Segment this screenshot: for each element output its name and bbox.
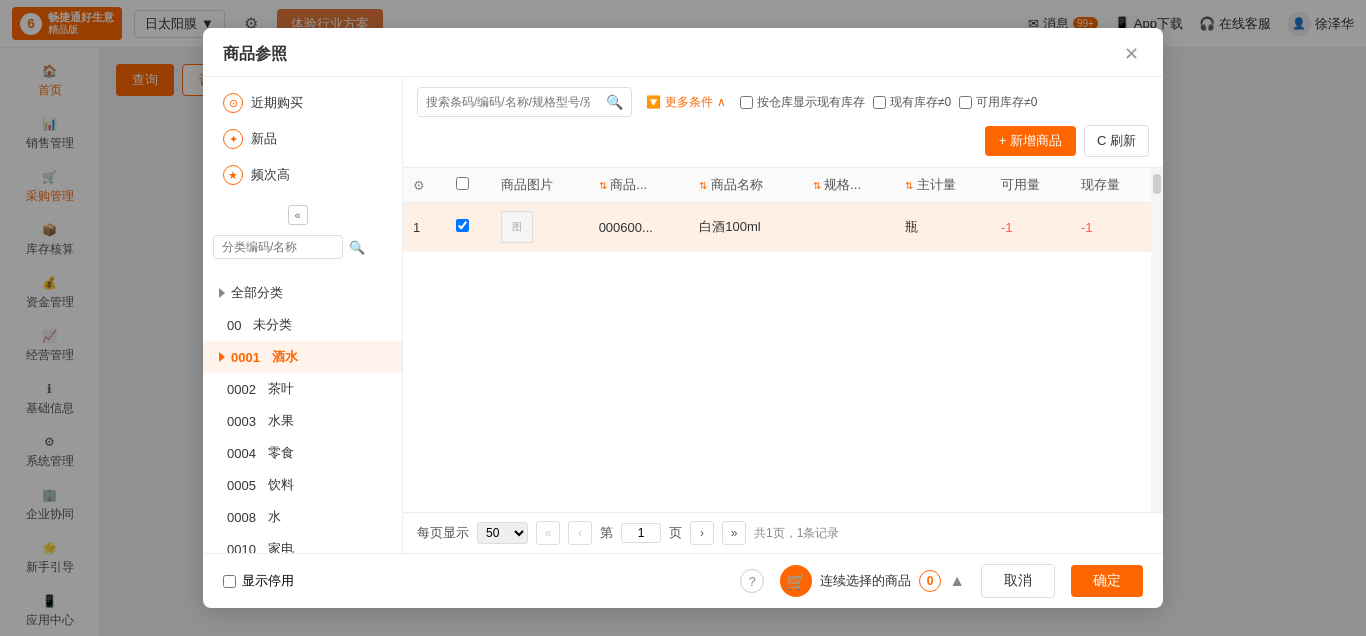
next-page-btn[interactable]: › <box>690 521 714 545</box>
new-icon: ✦ <box>223 129 243 149</box>
add-product-btn[interactable]: + 新增商品 <box>985 126 1076 156</box>
modal: 商品参照 ✕ ⊙ 近期购买 ✦ 新品 ★ 频次高 <box>203 28 1163 608</box>
left-nav-new[interactable]: ✦ 新品 <box>213 123 392 155</box>
row-unit: 瓶 <box>895 203 991 252</box>
cart-icon: 🛒 <box>786 572 806 591</box>
table-body: 1 图 000600... 白酒100ml 瓶 -1 <box>403 203 1151 252</box>
category-item-0005[interactable]: 0005 饮料 <box>203 469 402 501</box>
modal-left-top: ⊙ 近期购买 ✦ 新品 ★ 频次高 <box>203 87 402 201</box>
product-table: ⚙ 商品图片 ⇅ 商品... <box>403 168 1151 252</box>
sort-icon: ⇅ <box>599 180 607 191</box>
category-list: 全部分类 00 未分类 0001 酒水 0002 <box>203 273 402 553</box>
refresh-btn[interactable]: C 刷新 <box>1084 125 1149 157</box>
last-page-btn[interactable]: » <box>722 521 746 545</box>
category-item-0002[interactable]: 0002 茶叶 <box>203 373 402 405</box>
filter-icon: 🔽 <box>646 95 661 109</box>
modal-body: ⊙ 近期购买 ✦ 新品 ★ 频次高 « <box>203 77 1163 553</box>
category-item-0010[interactable]: 0010 家电 <box>203 533 402 553</box>
selected-count-badge: 0 <box>919 570 941 592</box>
continuous-select: 🛒 连续选择的商品 0 ▲ <box>780 565 965 597</box>
page-size-select[interactable]: 10 20 50 100 <box>477 522 528 544</box>
select-all-checkbox[interactable] <box>456 177 469 190</box>
page-number-input[interactable] <box>621 523 661 543</box>
filter-btn[interactable]: 🔽 更多条件 ∧ <box>640 94 732 111</box>
sort-icon: ⇅ <box>813 180 821 191</box>
table-row[interactable]: 1 图 000600... 白酒100ml 瓶 -1 <box>403 203 1151 252</box>
filter-chevron: ∧ <box>717 95 726 109</box>
collapse-left-btn[interactable]: « <box>288 205 308 225</box>
table-header-unit[interactable]: ⇅ 主计量 <box>895 168 991 203</box>
row-code: 000600... <box>589 203 690 252</box>
confirm-btn[interactable]: 确定 <box>1071 565 1143 597</box>
modal-toolbar: 🔍 🔽 更多条件 ∧ 按仓库显示现有库存 现有库存≠0 <box>403 77 1163 168</box>
first-page-btn[interactable]: « <box>536 521 560 545</box>
category-item-0001[interactable]: 0001 酒水 <box>203 341 402 373</box>
table-header-spec[interactable]: ⇅ 规格... <box>803 168 896 203</box>
checkbox-warehouse[interactable]: 按仓库显示现有库存 <box>740 94 865 111</box>
left-nav-frequency[interactable]: ★ 频次高 <box>213 159 392 191</box>
product-image: 图 <box>501 211 533 243</box>
category-item-0004[interactable]: 0004 零食 <box>203 437 402 469</box>
category-item-0003[interactable]: 0003 水果 <box>203 405 402 437</box>
table-header-available: 可用量 <box>991 168 1071 203</box>
modal-title: 商品参照 <box>223 44 287 65</box>
footer-right: ? 🛒 连续选择的商品 0 ▲ 取消 确定 <box>740 564 1143 598</box>
table-header-gear[interactable]: ⚙ <box>403 168 446 203</box>
row-stock: -1 <box>1071 203 1151 252</box>
show-disabled-checkbox[interactable] <box>223 575 236 588</box>
category-item-0008[interactable]: 0008 水 <box>203 501 402 533</box>
product-search-input[interactable] <box>418 88 598 116</box>
table-header: ⚙ 商品图片 ⇅ 商品... <box>403 168 1151 203</box>
row-img: 图 <box>491 203 589 252</box>
table-header-code[interactable]: ⇅ 商品... <box>589 168 690 203</box>
table-scrollbar[interactable] <box>1151 168 1163 512</box>
product-table-container: ⚙ 商品图片 ⇅ 商品... <box>403 168 1151 512</box>
modal-footer: 显示停用 ? 🛒 连续选择的商品 0 ▲ 取消 确定 <box>203 553 1163 608</box>
active-expand-icon <box>219 352 225 362</box>
category-search-icon[interactable]: 🔍 <box>349 240 365 255</box>
scrollbar-thumb[interactable] <box>1153 174 1161 194</box>
checkbox-stock-nonzero-input[interactable] <box>873 96 886 109</box>
modal-header: 商品参照 ✕ <box>203 28 1163 77</box>
modal-close-button[interactable]: ✕ <box>1119 42 1143 66</box>
cancel-btn[interactable]: 取消 <box>981 564 1055 598</box>
prev-page-btn[interactable]: ‹ <box>568 521 592 545</box>
row-no: 1 <box>403 203 446 252</box>
help-icon[interactable]: ? <box>740 569 764 593</box>
sort-icon: ⇅ <box>905 180 913 191</box>
table-header-name[interactable]: ⇅ 商品名称 <box>689 168 802 203</box>
checkbox-available-nonzero[interactable]: 可用库存≠0 <box>959 94 1037 111</box>
checkbox-available-nonzero-input[interactable] <box>959 96 972 109</box>
table-header-stock: 现存量 <box>1071 168 1151 203</box>
category-item-all[interactable]: 全部分类 <box>203 277 402 309</box>
sort-icon: ⇅ <box>699 180 707 191</box>
pagination-bar: 每页显示 10 20 50 100 « ‹ 第 页 › » 共1页，1条记录 <box>403 512 1163 553</box>
cart-icon-btn[interactable]: 🛒 <box>780 565 812 597</box>
modal-left-panel: ⊙ 近期购买 ✦ 新品 ★ 频次高 « <box>203 77 403 553</box>
category-search-row: 🔍 <box>203 229 402 265</box>
search-icon-btn[interactable]: 🔍 <box>598 94 631 110</box>
category-item-unclassified[interactable]: 00 未分类 <box>203 309 402 341</box>
product-search-bar[interactable]: 🔍 <box>417 87 632 117</box>
row-spec <box>803 203 896 252</box>
left-nav-recent[interactable]: ⊙ 近期购买 <box>213 87 392 119</box>
table-header-checkbox[interactable] <box>446 168 491 203</box>
recent-icon: ⊙ <box>223 93 243 113</box>
frequency-icon: ★ <box>223 165 243 185</box>
expand-icon <box>219 288 225 298</box>
total-info: 共1页，1条记录 <box>754 525 839 542</box>
collapse-up-btn[interactable]: ▲ <box>949 572 965 590</box>
footer-left: 显示停用 <box>223 572 294 590</box>
row-available: -1 <box>991 203 1071 252</box>
row-name: 白酒100ml <box>689 203 802 252</box>
toolbar-right: + 新增商品 C 刷新 <box>985 125 1149 157</box>
modal-overlay: 商品参照 ✕ ⊙ 近期购买 ✦ 新品 ★ 频次高 <box>0 0 1366 636</box>
category-search-input[interactable] <box>213 235 343 259</box>
checkbox-stock-nonzero[interactable]: 现有库存≠0 <box>873 94 951 111</box>
row-checkbox[interactable] <box>446 203 491 252</box>
table-header-img: 商品图片 <box>491 168 589 203</box>
modal-right-panel: 🔍 🔽 更多条件 ∧ 按仓库显示现有库存 现有库存≠0 <box>403 77 1163 553</box>
checkbox-warehouse-input[interactable] <box>740 96 753 109</box>
